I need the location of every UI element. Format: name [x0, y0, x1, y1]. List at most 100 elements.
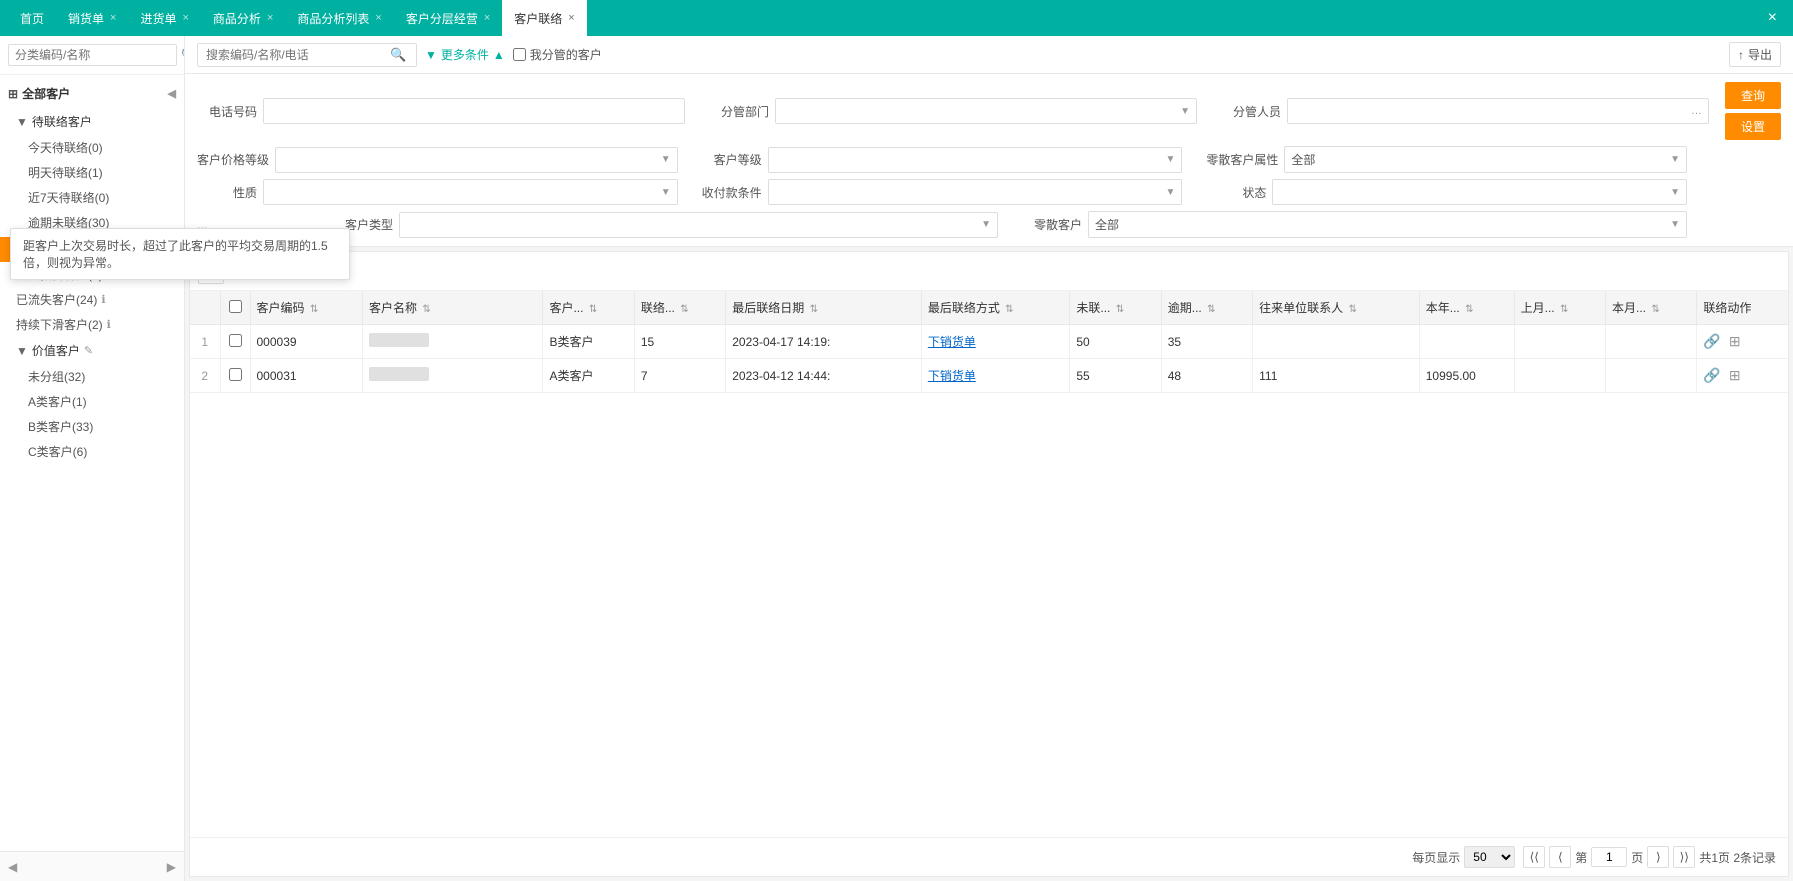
th-customer-name[interactable]: 客户名称 ⇅: [362, 291, 543, 325]
tomorrow-pending[interactable]: 明天待联络(1): [0, 160, 184, 185]
select-all-checkbox[interactable]: [229, 300, 242, 313]
page-number-input[interactable]: [1591, 847, 1627, 867]
value-customer-title[interactable]: ▼ 价值客户 ✎: [0, 337, 184, 364]
nav-sales-close[interactable]: ×: [110, 12, 116, 24]
retail-attr-select[interactable]: 全部 ▼: [1284, 146, 1687, 173]
row1-last-way[interactable]: 下销货单: [921, 325, 1070, 359]
th-customer-code-label: 客户编码: [257, 301, 305, 315]
next-page-btn[interactable]: ⟩: [1647, 846, 1669, 868]
today-pending[interactable]: 今天待联络(0): [0, 135, 184, 160]
query-button[interactable]: 查询: [1725, 82, 1781, 109]
per-page-select[interactable]: 50 100 200: [1464, 846, 1515, 868]
first-page-btn[interactable]: ⟨⟨: [1523, 846, 1545, 868]
table-scroll[interactable]: 客户编码 ⇅ 客户名称 ⇅ 客户... ⇅: [190, 291, 1788, 837]
nav-customer-contact-close[interactable]: ×: [568, 12, 574, 24]
customer-type-select[interactable]: ▼: [399, 212, 998, 238]
window-close-button[interactable]: ×: [1760, 9, 1785, 27]
export-button[interactable]: ↑ 导出: [1729, 42, 1781, 67]
manager-input[interactable]: …: [1287, 98, 1709, 124]
nature-select[interactable]: ▼: [263, 179, 678, 205]
total-records-label: 共1页 2条记录: [1699, 849, 1776, 866]
row2-grid-icon[interactable]: ⊞: [1729, 367, 1741, 384]
retail-customer-select[interactable]: 全部 ▼: [1088, 211, 1687, 238]
collapse-icon: ◀: [168, 87, 176, 100]
nav-purchase[interactable]: 进货单 ×: [128, 0, 200, 36]
value-customer-section: ▼ 价值客户 ✎ 未分组(32) A类客户(1) B类客户(33) C类客户(6…: [0, 337, 184, 464]
filter-row-4: ... 客户类型 ▼ 零散客户 全部 ▼: [197, 211, 1781, 238]
dept-select[interactable]: ▼: [775, 98, 1197, 124]
th-last-contact-way[interactable]: 最后联络方式 ⇅: [921, 291, 1070, 325]
row2-last-way-link[interactable]: 下销货单: [928, 369, 976, 383]
row1-last-way-link[interactable]: 下销货单: [928, 335, 976, 349]
my-customers-checkbox[interactable]: 我分管的客户: [513, 46, 602, 63]
th-this-year[interactable]: 本年... ⇅: [1419, 291, 1514, 325]
prev-page-btn[interactable]: ⟨: [1549, 846, 1571, 868]
class-b-customers[interactable]: B类客户(33): [0, 414, 184, 439]
th-overdue[interactable]: 逾期... ⇅: [1161, 291, 1252, 325]
nav-product-list[interactable]: 商品分析列表 ×: [285, 0, 393, 36]
th-this-month-label: 本月...: [1612, 301, 1646, 315]
status-arrow: ▼: [1670, 187, 1680, 198]
declining-customers[interactable]: 持续下滑客户(2) ℹ: [0, 312, 184, 337]
nav-customer-contact[interactable]: 客户联络 ×: [502, 0, 586, 36]
row2-check[interactable]: [229, 368, 242, 381]
sidebar-right-arrow[interactable]: ▶: [167, 860, 176, 874]
row1-grid-icon[interactable]: ⊞: [1729, 333, 1741, 350]
last-page-btn[interactable]: ⟩⟩: [1673, 846, 1695, 868]
phone-input[interactable]: [263, 98, 685, 124]
sort-icon-3: ⇅: [680, 304, 688, 315]
churned-customers[interactable]: 已流失客户(24) ℹ: [0, 287, 184, 312]
row2-uncontacted: 55: [1070, 359, 1161, 393]
class-c-customers[interactable]: C类客户(6): [0, 439, 184, 464]
status-select[interactable]: ▼: [1272, 179, 1687, 205]
table-header-row: 客户编码 ⇅ 客户名称 ⇅ 客户... ⇅: [190, 291, 1788, 325]
main-search-input[interactable]: [206, 48, 386, 62]
week-pending[interactable]: 近7天待联络(0): [0, 185, 184, 210]
edit-icon[interactable]: ✎: [84, 344, 93, 357]
row2-link-icon[interactable]: 🔗: [1703, 367, 1720, 384]
my-customers-check[interactable]: [513, 48, 526, 61]
th-uncontacted[interactable]: 未联... ⇅: [1070, 291, 1161, 325]
nav-sales[interactable]: 销货单 ×: [56, 0, 128, 36]
dept-field: 分管部门 ▼: [709, 98, 1197, 124]
th-this-month[interactable]: 本月... ⇅: [1606, 291, 1697, 325]
unclassified-customers[interactable]: 未分组(32): [0, 364, 184, 389]
nav-product-analysis-close[interactable]: ×: [267, 12, 273, 24]
sidebar-left-arrow[interactable]: ◀: [8, 860, 17, 874]
nature-field: 性质 ▼: [197, 179, 678, 205]
settings-button[interactable]: 设置: [1725, 113, 1781, 140]
all-customers-header[interactable]: ⊞ 全部客户 ◀: [0, 79, 184, 108]
nav-product-analysis[interactable]: 商品分析 ×: [201, 0, 285, 36]
th-last-contact-date[interactable]: 最后联络日期 ⇅: [726, 291, 922, 325]
customer-level-select[interactable]: ▼: [768, 147, 1183, 173]
row2-checkbox[interactable]: [220, 359, 250, 393]
th-overdue-label: 逾期...: [1168, 301, 1202, 315]
sidebar-search-input[interactable]: [8, 44, 177, 66]
nav-purchase-close[interactable]: ×: [182, 12, 188, 24]
more-conditions-btn[interactable]: ▼ 更多条件 ▲: [425, 46, 505, 63]
row1-link-icon[interactable]: 🔗: [1703, 333, 1720, 350]
nav-customer-tier-close[interactable]: ×: [484, 12, 490, 24]
th-customer-type[interactable]: 客户... ⇅: [543, 291, 634, 325]
th-contact-count[interactable]: 联络... ⇅: [634, 291, 725, 325]
phone-label: 电话号码: [197, 103, 257, 120]
nav-purchase-label: 进货单: [140, 10, 176, 27]
class-a-customers[interactable]: A类客户(1): [0, 389, 184, 414]
manager-more-icon[interactable]: …: [1691, 105, 1702, 117]
retail-attr-field: 零散客户属性 全部 ▼: [1206, 146, 1687, 173]
payment-arrow: ▼: [1165, 187, 1175, 198]
nav-customer-tier[interactable]: 客户分层经营 ×: [394, 0, 502, 36]
row1-check[interactable]: [229, 334, 242, 347]
price-level-select[interactable]: ▼: [275, 147, 678, 173]
th-contact-person[interactable]: 往来单位联系人 ⇅: [1253, 291, 1420, 325]
row1-checkbox[interactable]: [220, 325, 250, 359]
th-customer-code[interactable]: 客户编码 ⇅: [250, 291, 362, 325]
pending-contact-title[interactable]: ▼ 待联络客户: [0, 108, 184, 135]
nav-product-list-close[interactable]: ×: [375, 12, 381, 24]
nav-home[interactable]: 首页: [8, 0, 56, 36]
main-search-icon[interactable]: 🔍: [390, 47, 406, 63]
th-last-month[interactable]: 上月... ⇅: [1514, 291, 1605, 325]
row2-last-way[interactable]: 下销货单: [921, 359, 1070, 393]
payment-select[interactable]: ▼: [768, 179, 1183, 205]
th-checkbox[interactable]: [220, 291, 250, 325]
